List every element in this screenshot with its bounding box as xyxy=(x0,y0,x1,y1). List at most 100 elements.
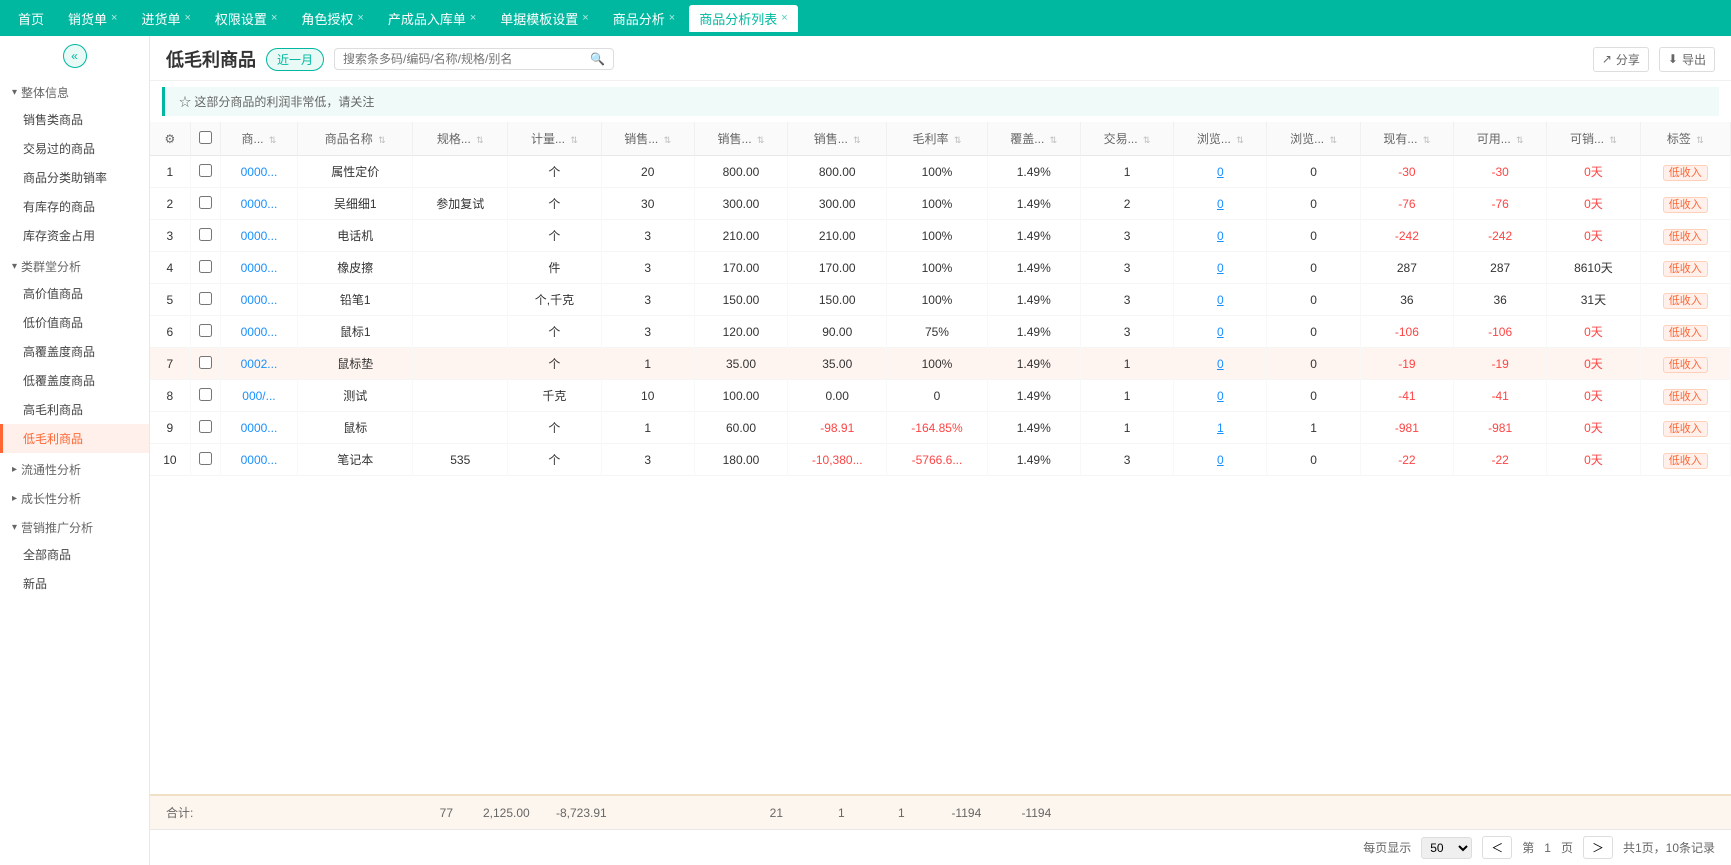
next-page-button[interactable]: ＞ xyxy=(1583,836,1613,859)
col-coverage[interactable]: 覆盖... ⇅ xyxy=(987,122,1080,156)
nav-close-sales-order[interactable]: × xyxy=(111,12,117,24)
row-view1[interactable]: 0 xyxy=(1174,252,1267,284)
nav-close-purchase-order[interactable]: × xyxy=(184,12,190,24)
nav-product-entry[interactable]: 产成品入库单 × xyxy=(378,5,486,32)
sidebar-item-category-sales-rate[interactable]: 商品分类助销率 xyxy=(0,163,149,192)
row-view1[interactable]: 0 xyxy=(1174,444,1267,476)
nav-purchase-order[interactable]: 进货单 × xyxy=(131,5,200,32)
table-row: 2 0000... 吴细细1 参加复试 个 30 300.00 300.00 1… xyxy=(150,188,1731,220)
row-view1[interactable]: 0 xyxy=(1174,284,1267,316)
row-view1[interactable]: 0 xyxy=(1174,380,1267,412)
row-sellable: 0天 xyxy=(1547,220,1640,252)
row-num: 5 xyxy=(150,284,190,316)
search-input[interactable] xyxy=(343,52,584,66)
page-size-select[interactable]: 50 100 200 xyxy=(1421,837,1472,859)
share-button[interactable]: ↗ 分享 xyxy=(1593,47,1649,72)
col-trade-count[interactable]: 交易... ⇅ xyxy=(1080,122,1173,156)
nav-product-analysis-list[interactable]: 商品分析列表 × xyxy=(689,5,797,32)
sidebar-group-overall[interactable]: ▾ 整体信息 xyxy=(0,76,149,105)
row-code: 0000... xyxy=(220,220,297,252)
col-sales-price[interactable]: 销售... ⇅ xyxy=(694,122,787,156)
row-available: -76 xyxy=(1454,188,1547,220)
sidebar-item-high-value[interactable]: 高价值商品 xyxy=(0,279,149,308)
row-sellable: 0天 xyxy=(1547,156,1640,188)
nav-close-role-auth[interactable]: × xyxy=(357,12,363,24)
sidebar-item-low-value[interactable]: 低价值商品 xyxy=(0,308,149,337)
col-available[interactable]: 可用... ⇅ xyxy=(1454,122,1547,156)
row-view1[interactable]: 0 xyxy=(1174,348,1267,380)
prev-page-button[interactable]: ＜ xyxy=(1482,836,1512,859)
row-name: 鼠标垫 xyxy=(298,348,413,380)
col-sales-qty[interactable]: 销售... ⇅ xyxy=(601,122,694,156)
total-info: 共1页，10条记录 xyxy=(1623,839,1715,856)
col-check[interactable] xyxy=(190,122,220,156)
sidebar-group-liquidity[interactable]: ▸ 流通性分析 xyxy=(0,453,149,482)
sidebar-group-growth[interactable]: ▸ 成长性分析 xyxy=(0,482,149,511)
sidebar-item-stocked-products[interactable]: 有库存的商品 xyxy=(0,192,149,221)
row-view1[interactable]: 0 xyxy=(1174,220,1267,252)
sidebar-item-high-margin[interactable]: 高毛利商品 xyxy=(0,395,149,424)
row-checkbox[interactable] xyxy=(199,292,212,305)
sidebar-group-cluster[interactable]: ▾ 类群堂分析 xyxy=(0,250,149,279)
sidebar-collapse-btn[interactable]: « xyxy=(63,44,87,68)
sidebar-item-high-coverage[interactable]: 高覆盖度商品 xyxy=(0,337,149,366)
nav-close-template-settings[interactable]: × xyxy=(582,12,588,24)
export-button[interactable]: ⬇ 导出 xyxy=(1659,47,1715,72)
row-sales-amount: -98.91 xyxy=(788,412,887,444)
nav-home[interactable]: 首页 xyxy=(8,5,54,32)
row-view1[interactable]: 0 xyxy=(1174,156,1267,188)
select-all-checkbox[interactable] xyxy=(199,131,212,144)
row-current-stock: -242 xyxy=(1360,220,1453,252)
sidebar-item-low-margin[interactable]: 低毛利商品 xyxy=(0,424,149,453)
col-gross-margin[interactable]: 毛利率 ⇅ xyxy=(887,122,987,156)
sidebar-item-sales-products[interactable]: 销售类商品 xyxy=(0,105,149,134)
nav-permissions[interactable]: 权限设置 × xyxy=(205,5,287,32)
row-gross-margin: 100% xyxy=(887,156,987,188)
col-sellable[interactable]: 可销... ⇅ xyxy=(1547,122,1640,156)
col-current-stock[interactable]: 现有... ⇅ xyxy=(1360,122,1453,156)
col-sales-amount[interactable]: 销售... ⇅ xyxy=(788,122,887,156)
row-checkbox[interactable] xyxy=(199,164,212,177)
sidebar-group-marketing[interactable]: ▾ 营销推广分析 xyxy=(0,511,149,540)
col-spec[interactable]: 规格... ⇅ xyxy=(413,122,508,156)
nav-role-auth[interactable]: 角色授权 × xyxy=(291,5,373,32)
row-checkbox[interactable] xyxy=(199,356,212,369)
sidebar-item-new-products[interactable]: 新品 xyxy=(0,569,149,598)
time-filter-button[interactable]: 近一月 xyxy=(266,48,324,71)
row-checkbox[interactable] xyxy=(199,388,212,401)
col-tag[interactable]: 标签 ⇅ xyxy=(1640,122,1730,156)
col-view1[interactable]: 浏览... ⇅ xyxy=(1174,122,1267,156)
sidebar-item-all-products[interactable]: 全部商品 xyxy=(0,540,149,569)
row-view1[interactable]: 0 xyxy=(1174,316,1267,348)
row-view1[interactable]: 1 xyxy=(1174,412,1267,444)
col-unit[interactable]: 计量... ⇅ xyxy=(508,122,601,156)
row-tag: 低收入 xyxy=(1640,412,1730,444)
nav-close-product-analysis-list[interactable]: × xyxy=(781,12,787,24)
row-view1[interactable]: 0 xyxy=(1174,188,1267,220)
row-sales-amount: 300.00 xyxy=(788,188,887,220)
row-checkbox[interactable] xyxy=(199,420,212,433)
page-title: 低毛利商品 xyxy=(166,46,256,72)
col-setting[interactable]: ⚙ xyxy=(150,122,190,156)
search-icon[interactable]: 🔍 xyxy=(590,52,605,66)
row-checkbox[interactable] xyxy=(199,196,212,209)
table-row: 3 0000... 电话机 个 3 210.00 210.00 100% 1.4… xyxy=(150,220,1731,252)
row-gross-margin: 100% xyxy=(887,348,987,380)
sidebar-item-low-coverage[interactable]: 低覆盖度商品 xyxy=(0,366,149,395)
col-name[interactable]: 商品名称 ⇅ xyxy=(298,122,413,156)
row-checkbox[interactable] xyxy=(199,324,212,337)
row-checkbox[interactable] xyxy=(199,452,212,465)
nav-close-product-entry[interactable]: × xyxy=(470,12,476,24)
row-checkbox[interactable] xyxy=(199,260,212,273)
sidebar-item-stock-capital[interactable]: 库存资金占用 xyxy=(0,221,149,250)
row-checkbox[interactable] xyxy=(199,228,212,241)
col-code[interactable]: 商... ⇅ xyxy=(220,122,297,156)
row-sellable: 0天 xyxy=(1547,188,1640,220)
nav-product-analysis[interactable]: 商品分析 × xyxy=(603,5,685,32)
nav-sales-order[interactable]: 销货单 × xyxy=(58,5,127,32)
col-view2[interactable]: 浏览... ⇅ xyxy=(1267,122,1360,156)
nav-template-settings[interactable]: 单据模板设置 × xyxy=(490,5,598,32)
sidebar-item-traded-products[interactable]: 交易过的商品 xyxy=(0,134,149,163)
nav-close-permissions[interactable]: × xyxy=(271,12,277,24)
nav-close-product-analysis[interactable]: × xyxy=(669,12,675,24)
